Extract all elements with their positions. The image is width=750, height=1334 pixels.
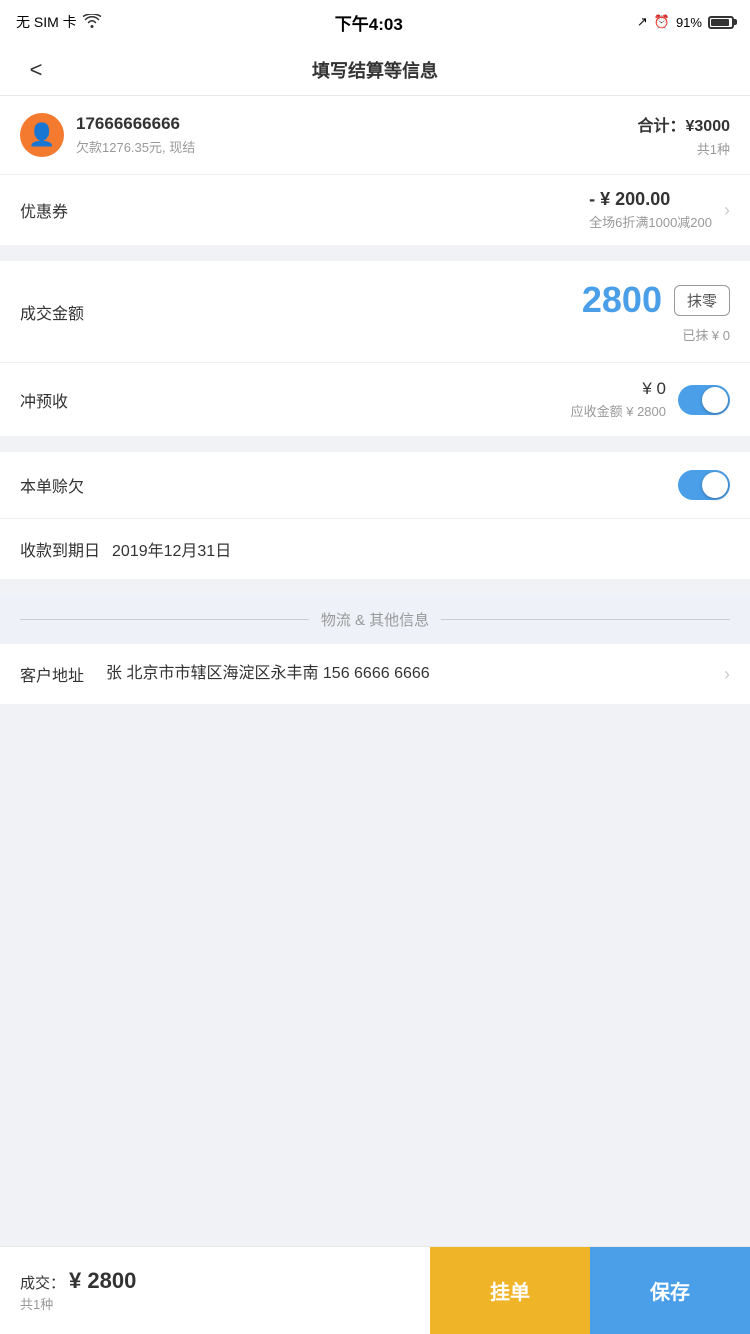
save-button[interactable]: 保存	[590, 1247, 750, 1334]
section-divider-3	[0, 587, 750, 595]
prepay-right: ¥ 0 应收金额 ¥ 2800	[571, 379, 730, 420]
bottom-count: 共1种	[20, 1294, 410, 1313]
logistics-header: 物流 & 其他信息	[0, 595, 750, 644]
credit-label: 本单赊欠	[20, 473, 100, 497]
credit-toggle-thumb	[702, 472, 728, 498]
battery-icon	[708, 16, 734, 29]
alarm-icon: ⏰	[654, 14, 670, 30]
customer-phone: 17666666666	[76, 114, 195, 134]
amount-number: 2800	[582, 279, 662, 321]
no-sim-text: 无 SIM 卡	[16, 12, 77, 32]
bottom-deal-label: 成交：	[20, 1272, 65, 1293]
bottom-amount: ¥ 2800	[69, 1268, 136, 1294]
bottom-bar: 成交： ¥ 2800 共1种 挂单 保存	[0, 1246, 750, 1334]
prepay-toggle[interactable]	[678, 385, 730, 415]
due-date-label: 收款到期日	[20, 537, 100, 561]
prepay-zero: ¥ 0	[571, 379, 666, 399]
wifi-icon	[83, 14, 101, 31]
deal-amount-label: 成交金额	[20, 300, 100, 324]
bottom-deal-row: 成交： ¥ 2800	[20, 1268, 410, 1294]
total-amount: 合计：¥3000	[638, 112, 731, 136]
date-row: 收款到期日 2019年12月31日	[0, 518, 750, 579]
credit-toggle[interactable]	[678, 470, 730, 500]
coupon-desc: 全场6折满1000减200	[589, 212, 712, 231]
coupon-info: - ¥ 200.00 全场6折满1000减200	[589, 189, 712, 231]
credit-card: 本单赊欠 收款到期日 2019年12月31日	[0, 452, 750, 579]
toggle-thumb	[702, 387, 728, 413]
total-count: 共1种	[638, 139, 731, 158]
due-date-value: 2019年12月31日	[112, 537, 231, 561]
coupon-row[interactable]: 优惠券 - ¥ 200.00 全场6折满1000减200 ›	[0, 174, 750, 245]
status-bar: 无 SIM 卡 下午4:03 ↗ ⏰ 91%	[0, 0, 750, 44]
coupon-arrow-icon: ›	[724, 200, 730, 221]
section-divider-2	[0, 444, 750, 452]
amount-row: 成交金额 2800 抹零 已抹 ¥ 0	[0, 261, 750, 363]
coupon-right: - ¥ 200.00 全场6折满1000减200 ›	[589, 189, 730, 231]
address-label: 客户地址	[20, 662, 90, 686]
coupon-discount: - ¥ 200.00	[589, 189, 712, 210]
credit-row: 本单赊欠	[0, 452, 750, 518]
address-arrow-icon: ›	[724, 664, 730, 685]
logistics-text: 物流 & 其他信息	[321, 609, 429, 630]
status-time: 下午4:03	[335, 10, 403, 35]
location-icon: ↗	[637, 14, 648, 30]
coupon-label: 优惠券	[20, 198, 68, 222]
round-button[interactable]: 抹零	[674, 285, 730, 316]
back-icon: <	[30, 57, 43, 83]
bottom-summary: 成交： ¥ 2800 共1种	[0, 1247, 430, 1334]
avatar-icon: 👤	[28, 122, 55, 148]
logistics-line-left	[20, 619, 309, 620]
amount-right: 2800 抹零 已抹 ¥ 0	[582, 279, 730, 344]
content: 👤 17666666666 欠款1276.35元, 现结 合计：¥3000 共1…	[0, 96, 750, 954]
status-left: 无 SIM 卡	[16, 12, 101, 32]
amount-sub: 已抹 ¥ 0	[682, 325, 730, 344]
prepay-row: 冲预收 ¥ 0 应收金额 ¥ 2800	[0, 363, 750, 436]
address-value: 张 北京市市辖区海淀区永丰南 156 6666 6666	[106, 662, 700, 686]
customer-right: 合计：¥3000 共1种	[638, 112, 731, 158]
amount-value-block: 2800 抹零	[582, 279, 730, 321]
status-right: ↗ ⏰ 91%	[637, 14, 734, 30]
customer-left: 👤 17666666666 欠款1276.35元, 现结	[20, 113, 195, 157]
nav-bar: < 填写结算等信息	[0, 44, 750, 96]
gray-bg	[0, 704, 750, 864]
prepay-sub: 应收金额 ¥ 2800	[571, 401, 666, 420]
prepay-label: 冲预收	[20, 388, 100, 412]
prepay-amounts: ¥ 0 应收金额 ¥ 2800	[571, 379, 666, 420]
battery-percent: 91%	[676, 15, 702, 30]
customer-note: 欠款1276.35元, 现结	[76, 137, 195, 156]
back-button[interactable]: <	[16, 50, 56, 90]
amount-section: 成交金额 2800 抹零 已抹 ¥ 0 冲预收 ¥ 0 应收金额 ¥ 2800	[0, 261, 750, 436]
address-row[interactable]: 客户地址 张 北京市市辖区海淀区永丰南 156 6666 6666 ›	[0, 644, 750, 704]
section-divider-1	[0, 253, 750, 261]
customer-card: 👤 17666666666 欠款1276.35元, 现结 合计：¥3000 共1…	[0, 96, 750, 245]
customer-row: 👤 17666666666 欠款1276.35元, 现结 合计：¥3000 共1…	[0, 96, 750, 174]
hold-button[interactable]: 挂单	[430, 1247, 590, 1334]
customer-info: 17666666666 欠款1276.35元, 现结	[76, 114, 195, 156]
logistics-line-right	[441, 619, 730, 620]
avatar: 👤	[20, 113, 64, 157]
page-title: 填写结算等信息	[312, 57, 438, 83]
